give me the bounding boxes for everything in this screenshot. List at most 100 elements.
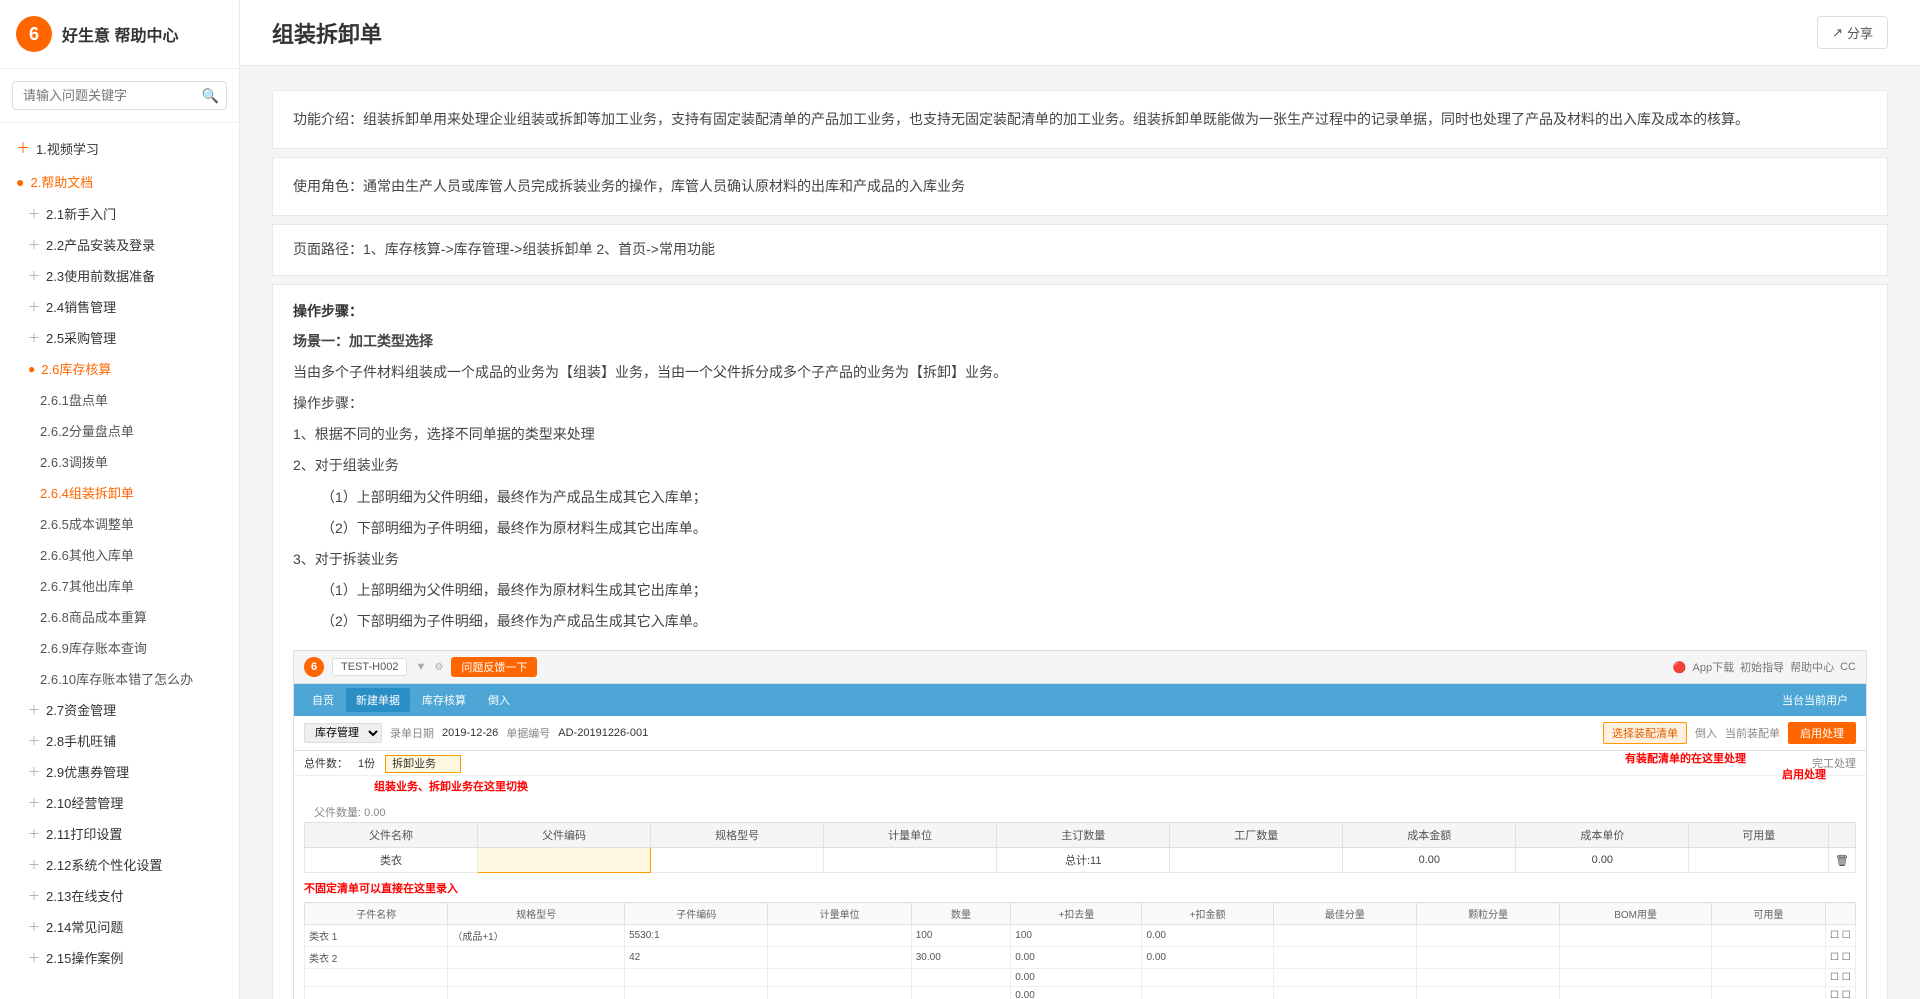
ss-logo: 6 — [304, 657, 324, 677]
path-section: 页面路径：1、库存核算->库存管理->组装拆卸单 2、首页->常用功能 — [272, 224, 1888, 275]
sidebar-item-video[interactable]: ＋ 1.视频学习 — [0, 131, 239, 165]
collapse-icon-g2: ● — [16, 174, 24, 190]
sidebar-item-261[interactable]: 2.6.1盘点单 — [0, 384, 239, 415]
sidebar-item-settings[interactable]: ＋ 2.12系统个性化设置 — [0, 849, 239, 880]
sidebar: 6 好生意 帮助中心 🔍 ＋ 1.视频学习 ● 2.帮助文档 ＋ 2.1新手入门… — [0, 0, 240, 999]
ss-col-ordered: 主订数量 — [997, 823, 1170, 848]
collapse-icon-sg26: ● — [28, 362, 35, 376]
sidebar-item-267[interactable]: 2.6.7其他出库单 — [0, 570, 239, 601]
annotation-assembly: 有装配清单的在这里处理 — [1625, 750, 1746, 766]
ss-col-parent-code: 父件编码 — [478, 823, 651, 848]
sidebar-item-operation[interactable]: ＋ 2.10经营管理 — [0, 787, 239, 818]
steps-title: 操作步骤： — [293, 301, 1867, 321]
step3: 3、对于拆装业务 — [293, 547, 1867, 572]
sidebar-item-faq[interactable]: ＋ 2.14常见问题 — [0, 911, 239, 942]
ss-col-unit: 计量单位 — [824, 823, 997, 848]
sidebar-item-268[interactable]: 2.6.8商品成本重算 — [0, 601, 239, 632]
ss-col-cost: 成本金额 — [1343, 823, 1516, 848]
ss-topbar-feedback-btn[interactable]: 问题反馈一下 — [451, 657, 537, 677]
ss-nav-new[interactable]: 新建单据 — [346, 688, 410, 712]
ss-status-box[interactable]: 拆卸业务 — [385, 755, 461, 773]
expand-icon-sg25: ＋ — [28, 329, 40, 346]
annotation-switch: 组装业务、拆卸业务在这里切换 — [374, 778, 528, 794]
ss-nav: 自贡 新建单据 库存核算 倒入 当台当前用户 — [294, 684, 1866, 716]
search-area: 🔍 — [0, 69, 239, 123]
screenshot-container: 6 TEST-H002 ▼ ⚙ 问题反馈一下 🔴 App下载 初始指导 帮助中心… — [293, 650, 1867, 999]
table-row: 类衣 2 42 30.00 0.00 0.00 — [305, 947, 1856, 969]
share-button[interactable]: ↗ 分享 — [1817, 16, 1888, 49]
sidebar-item-cases[interactable]: ＋ 2.15操作案例 — [0, 942, 239, 973]
sidebar-item-docs[interactable]: ● 2.帮助文档 — [0, 165, 239, 198]
sidebar-item-263[interactable]: 2.6.3调拨单 — [0, 446, 239, 477]
annotation-no-fixed-bom: 不固定清单可以直接在这里录入 — [304, 883, 458, 895]
expand-icon-sg211: ＋ — [28, 825, 40, 842]
annotation-activate: 启用处理 — [1782, 766, 1826, 782]
expand-icon-sg210: ＋ — [28, 794, 40, 811]
step2-sub1: （1）上部明细为父件明细，最终作为产成品生成其它入库单； — [293, 485, 1867, 510]
table-row: 0.00☐ ☐ — [305, 987, 1856, 999]
ss-topbar-right: 🔴 App下载 初始指导 帮助中心 CC — [1673, 659, 1856, 675]
steps-block: 操作步骤： 场景一：加工类型选择 当由多个子件材料组装成一个成品的业务为【组装】… — [272, 284, 1888, 999]
sidebar-item-install[interactable]: ＋ 2.2产品安装及登录 — [0, 229, 239, 260]
expand-icon-sg21: ＋ — [28, 205, 40, 222]
logo-area: 6 好生意 帮助中心 — [0, 0, 239, 69]
ss-activate-btn[interactable]: 启用处理 — [1788, 722, 1856, 744]
intro-text: 功能介绍：组装拆卸单用来处理企业组装或拆卸等加工业务，支持有固定装配清单的产品加… — [293, 111, 1749, 127]
table-row: 类衣 1 （成品+1） 5530:1 100 100 0.00 — [305, 925, 1856, 947]
sidebar-item-sales[interactable]: ＋ 2.4销售管理 — [0, 291, 239, 322]
ss-col-parent-name: 父件名称 — [305, 823, 478, 848]
scene1-desc: 当由多个子件材料组装成一个成品的业务为【组装】业务，当由一个父件拆分成多个子产品… — [293, 360, 1867, 385]
main-content: 组装拆卸单 ↗ 分享 功能介绍：组装拆卸单用来处理企业组装或拆卸等加工业务，支持… — [240, 0, 1920, 999]
scene1-title: 场景一：加工类型选择 — [293, 329, 1867, 354]
app-name: 好生意 帮助中心 — [62, 22, 178, 46]
path-text: 页面路径：1、库存核算->库存管理->组装拆卸单 2、首页->常用功能 — [293, 241, 715, 257]
expand-icon-sg22: ＋ — [28, 236, 40, 253]
sidebar-item-finance[interactable]: ＋ 2.7资金管理 — [0, 694, 239, 725]
sidebar-item-newuser[interactable]: ＋ 2.1新手入门 — [0, 198, 239, 229]
sidebar-item-262[interactable]: 2.6.2分量盘点单 — [0, 415, 239, 446]
ss-assembly-btn[interactable]: 选择装配清单 — [1603, 722, 1687, 744]
expand-icon-sg24: ＋ — [28, 298, 40, 315]
ss-col-unit-cost: 成本单价 — [1516, 823, 1689, 848]
ss-nav-user[interactable]: 当台当前用户 — [1772, 688, 1858, 712]
sidebar-item-data-prep[interactable]: ＋ 2.3使用前数据准备 — [0, 260, 239, 291]
ss-nav-import[interactable]: 倒入 — [478, 688, 520, 712]
table-row: 类衣 总计:11 0.00 0.00 🗑 — [305, 848, 1856, 873]
ss-nav-stock[interactable]: 库存核算 — [412, 688, 476, 712]
expand-icon-sg27: ＋ — [28, 701, 40, 718]
role-section: 使用角色：通常由生产人员或库管人员完成拆装业务的操作，库管人员确认原材料的出库和… — [272, 157, 1888, 216]
ss-toolbar: 库存管理 录单日期 2019-12-26 单据编号 AD-20191226-00… — [294, 716, 1866, 751]
sidebar-item-payment[interactable]: ＋ 2.13在线支付 — [0, 880, 239, 911]
role-text: 使用角色：通常由生产人员或库管人员完成拆装业务的操作，库管人员确认原材料的出库和… — [293, 178, 965, 194]
sidebar-item-print[interactable]: ＋ 2.11打印设置 — [0, 818, 239, 849]
sidebar-item-269[interactable]: 2.6.9库存账本查询 — [0, 632, 239, 663]
expand-icon-g1: ＋ — [16, 138, 30, 158]
expand-icon-sg28: ＋ — [28, 732, 40, 749]
ss-upper-table: 父件名称 父件编码 规格型号 计量单位 主订数量 工厂数量 成本金额 成本单价 … — [304, 822, 1856, 873]
search-input[interactable] — [12, 81, 227, 110]
ss-type-select[interactable]: 库存管理 — [304, 723, 382, 743]
sidebar-item-266[interactable]: 2.6.6其他入库单 — [0, 539, 239, 570]
sidebar-item-264[interactable]: 2.6.4组装拆卸单 — [0, 477, 239, 508]
sidebar-item-purchase[interactable]: ＋ 2.5采购管理 — [0, 322, 239, 353]
page-title: 组装拆卸单 — [272, 17, 382, 49]
steps-label: 操作步骤： — [293, 391, 1867, 416]
sidebar-item-265[interactable]: 2.6.5成本调整单 — [0, 508, 239, 539]
expand-icon-sg214: ＋ — [28, 918, 40, 935]
expand-icon-sg213: ＋ — [28, 887, 40, 904]
step2: 2、对于组装业务 — [293, 453, 1867, 478]
ss-upper-table-area: 父件数量: 0.00 父件名称 父件编码 规格型号 计量单位 主订数量 工厂数量 — [294, 794, 1866, 879]
sidebar-item-coupon[interactable]: ＋ 2.9优惠券管理 — [0, 756, 239, 787]
share-icon: ↗ — [1832, 25, 1843, 41]
ss-topbar-id: TEST-H002 — [332, 658, 407, 676]
intro-section: 功能介绍：组装拆卸单用来处理企业组装或拆卸等加工业务，支持有固定装配清单的产品加… — [272, 90, 1888, 149]
sidebar-item-2610[interactable]: 2.6.10库存账本错了怎么办 — [0, 663, 239, 694]
logo-icon: 6 — [16, 16, 52, 52]
ss-lower-table-area: 子件名称 规格型号 子件编码 计量单位 数量 +扣去量 +扣金额 最佳分量 颗粒… — [294, 896, 1866, 999]
screenshot-inner: 6 TEST-H002 ▼ ⚙ 问题反馈一下 🔴 App下载 初始指导 帮助中心… — [294, 651, 1866, 999]
ss-nav-home[interactable]: 自贡 — [302, 688, 344, 712]
expand-icon-sg23: ＋ — [28, 267, 40, 284]
sidebar-item-stock[interactable]: ● 2.6库存核算 — [0, 353, 239, 384]
sidebar-item-mobile[interactable]: ＋ 2.8手机旺铺 — [0, 725, 239, 756]
expand-icon-sg215: ＋ — [28, 949, 40, 966]
